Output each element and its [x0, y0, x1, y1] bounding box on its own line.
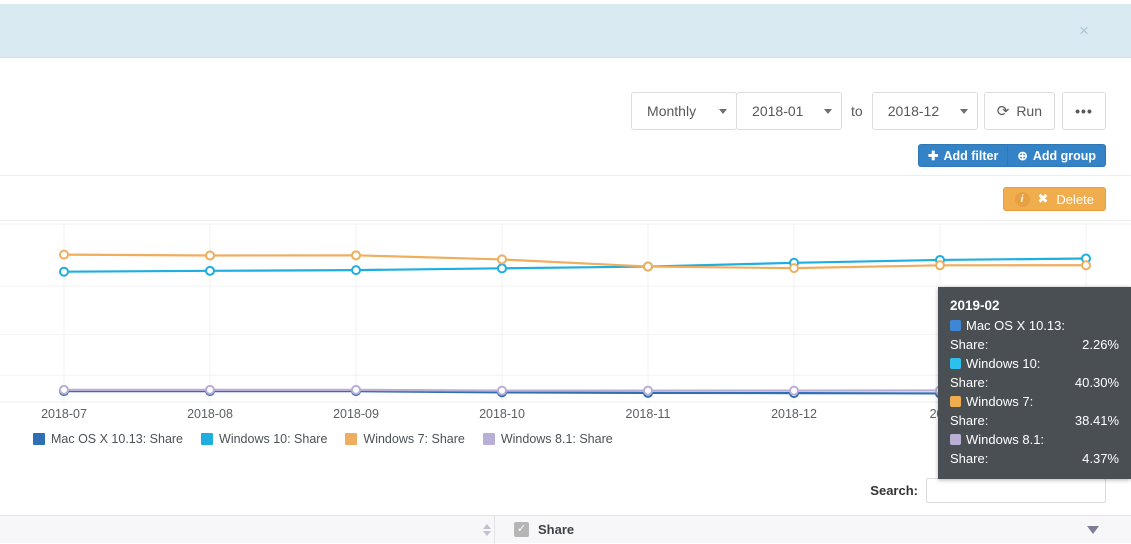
delete-button-label: Delete: [1056, 191, 1094, 207]
search-input[interactable]: [926, 478, 1106, 503]
tooltip-row: Windows 10: Share: 40.30%: [950, 354, 1119, 392]
delete-button[interactable]: i ✖ Delete: [1002, 187, 1106, 211]
chevron-down-icon: [824, 109, 833, 114]
to-label: to: [851, 103, 863, 119]
filter-actions: ✚ Add filter ⊕ Add group: [917, 144, 1106, 167]
chevron-down-icon: [959, 109, 968, 114]
tooltip-row: Windows 8.1: Share: 4.37%: [950, 430, 1119, 468]
sort-asc-icon: [483, 523, 491, 529]
legend-item-label: Windows 7: Share: [363, 432, 465, 446]
tooltip-series-value: 4.37%: [1082, 451, 1119, 466]
x-axis-tick: 2018-07: [41, 407, 87, 421]
date-from-value: 2018-01: [752, 103, 804, 119]
date-to-select[interactable]: 2018-12: [871, 92, 978, 130]
modal-header: ×: [0, 4, 1131, 58]
add-group-label: Add group: [1032, 148, 1096, 163]
table-column-label: Share: [538, 522, 575, 537]
legend-item-label: Mac OS X 10.13: Share: [51, 432, 184, 446]
tooltip-series-name: Mac OS X 10.13: Share:: [950, 318, 1065, 352]
search-control: Search:: [870, 478, 1106, 503]
toolbar: Monthly 2018-01 to 2018-12 ⟳ Run ••• ✚ A…: [0, 58, 1131, 175]
search-label: Search:: [870, 483, 918, 498]
period-select[interactable]: Monthly: [631, 92, 738, 130]
chevron-down-icon: [719, 109, 728, 114]
table-header-row: ✓ Share: [0, 515, 1131, 544]
tooltip-row: Windows 7: Share: 38.41%: [950, 392, 1119, 430]
color-swatch-icon: [950, 320, 961, 331]
add-group-button[interactable]: ⊕ Add group: [1007, 144, 1106, 167]
date-from-select[interactable]: 2018-01: [736, 92, 843, 130]
x-axis-tick: 2018-11: [625, 407, 671, 421]
close-icon[interactable]: ×: [1075, 22, 1093, 40]
tooltip-series-value: 38.41%: [1074, 413, 1119, 428]
run-button[interactable]: ⟳ Run: [983, 92, 1055, 130]
add-filter-button[interactable]: ✚ Add filter: [917, 144, 1008, 167]
color-swatch-icon: [33, 433, 45, 445]
tooltip-series-name: Windows 7: Share:: [950, 394, 1034, 428]
info-icon: i: [1014, 191, 1030, 207]
chevron-down-icon[interactable]: [1087, 525, 1099, 534]
tooltip-rows: Mac OS X 10.13: Share: 2.26% Windows 10: S…: [950, 316, 1119, 468]
legend-item[interactable]: Windows 7: Share: [345, 432, 465, 446]
add-filter-label: Add filter: [943, 148, 999, 163]
sort-desc-icon: [483, 530, 491, 536]
x-axis-tick: 2018-12: [771, 407, 817, 421]
color-swatch-icon: [201, 433, 214, 445]
color-swatch-icon: [950, 358, 961, 369]
color-swatch-icon: [345, 433, 358, 445]
sort-icon[interactable]: [480, 523, 494, 536]
tooltip-series-value: 40.30%: [1074, 375, 1119, 390]
tooltip-series-value: 2.26%: [1082, 337, 1119, 352]
tooltip-series-name: Windows 10: Share:: [950, 356, 1041, 390]
plus-circle-icon: ⊕: [1017, 149, 1028, 163]
legend-item[interactable]: Mac OS X 10.13: Share: [33, 432, 183, 446]
run-button-label: Run: [1016, 103, 1042, 119]
refresh-icon: ⟳: [996, 103, 1010, 120]
table-column-share[interactable]: ✓ Share: [494, 515, 1087, 544]
color-swatch-icon: [950, 434, 961, 445]
x-axis-tick: 2018-10: [479, 407, 525, 421]
color-swatch-icon: [482, 433, 495, 445]
legend-item[interactable]: Windows 8.1: Share: [482, 432, 613, 446]
chart-tooltip: 2019-02 Mac OS X 10.13: Share: 2.26% Windo…: [938, 287, 1131, 479]
tooltip-row: Mac OS X 10.13: Share: 2.26%: [950, 316, 1119, 354]
legend-item[interactable]: Windows 10: Share: [201, 432, 327, 446]
x-axis-tick: 2018-08: [187, 407, 233, 421]
date-to-value: 2018-12: [887, 103, 940, 119]
legend-item-label: Windows 10: Share: [219, 432, 328, 446]
query-controls: Monthly 2018-01 to 2018-12 ⟳ Run •••: [631, 92, 1106, 130]
period-select-value: Monthly: [647, 103, 697, 119]
checkbox-icon[interactable]: ✓: [514, 522, 529, 537]
close-x-icon: ✖: [1037, 191, 1049, 206]
tooltip-series-name: Windows 8.1: Share:: [950, 432, 1045, 466]
plus-icon: ✚: [927, 149, 939, 163]
x-axis-tick: 2018-09: [333, 407, 379, 421]
tooltip-title: 2019-02: [950, 298, 1000, 313]
color-swatch-icon: [950, 396, 961, 407]
legend-item-label: Windows 8.1: Share: [500, 432, 613, 446]
delete-bar: i ✖ Delete: [0, 175, 1131, 221]
more-options-button[interactable]: •••: [1062, 92, 1106, 130]
